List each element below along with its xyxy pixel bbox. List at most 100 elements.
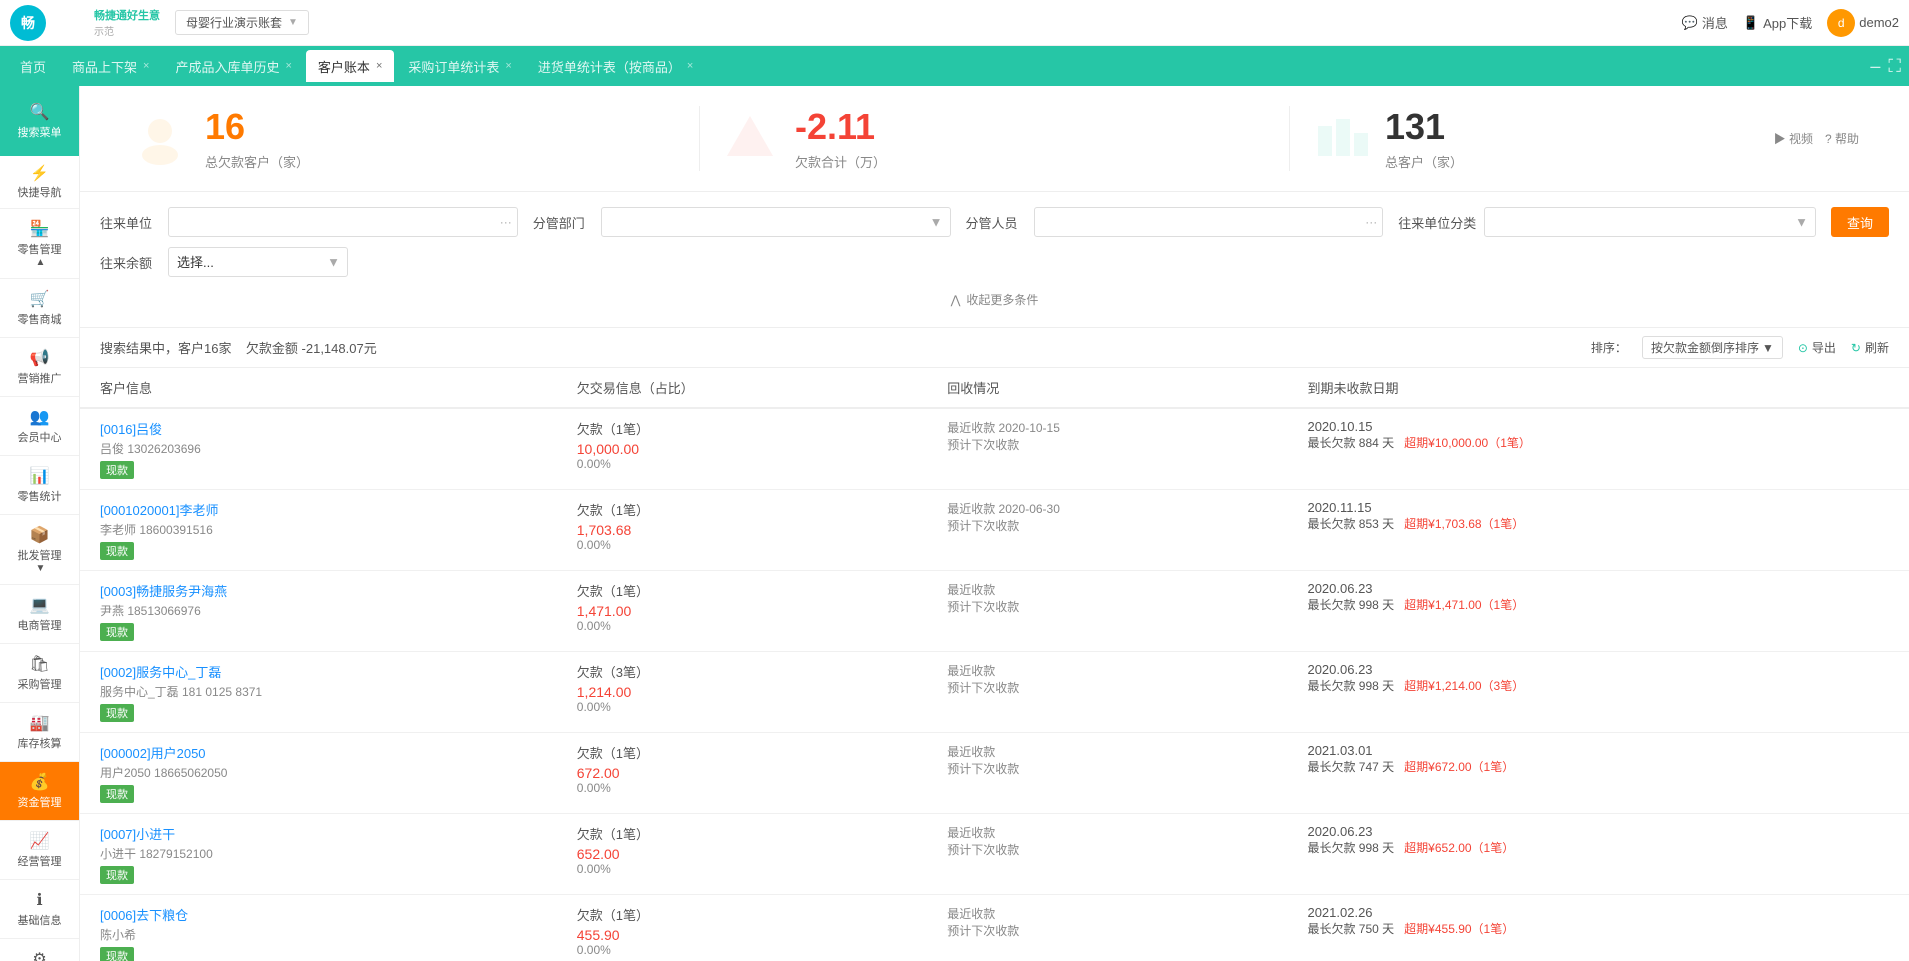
close-tab-purchase-order[interactable]: × (505, 60, 511, 72)
debt-amount-0[interactable]: 10,000.00 (577, 441, 907, 457)
data-table: 客户信息 欠交易信息（占比） 回收情况 到期未收款日期 [0016]吕俊 吕俊 … (80, 368, 1909, 961)
logo-area: 畅 (10, 5, 90, 41)
tag-line: 示范 (94, 23, 160, 38)
source-category-label: 往来单位分类 (1398, 213, 1476, 232)
close-tab-product-history[interactable]: × (285, 60, 291, 72)
table-row: [000002]用户2050 用户2050 18665062050 现款 欠款（… (80, 733, 1909, 814)
sidebar-item-marketing[interactable]: 📢 营销推广 (0, 338, 79, 397)
sidebar-item-system[interactable]: ⚙ 系统管理 (0, 939, 79, 961)
sidebar-item-finance[interactable]: 💰 资金管理 (0, 762, 79, 821)
close-tab-product-off[interactable]: × (143, 60, 149, 72)
stat-debt-customers: 16 总欠款客户（家） (110, 106, 700, 171)
table-row: [0001020001]李老师 李老师 18600391516 现款 欠款（1笔… (80, 490, 1909, 571)
export-btn[interactable]: ⊙ 导出 (1798, 339, 1836, 356)
sidebar-item-purchase[interactable]: 🛍 采购管理 (0, 644, 79, 703)
overdue-link-0[interactable]: 超期¥10,000.00（1笔） (1404, 436, 1531, 450)
overdue-link-2[interactable]: 超期¥1,471.00（1笔） (1404, 598, 1524, 612)
overdue-days-2: 最长欠款 998 天 超期¥1,471.00（1笔） (1307, 596, 1889, 613)
recovery-next-2: 预计下次收款 (947, 598, 1267, 615)
refresh-icon: ↻ (1851, 341, 1861, 355)
message-btn[interactable]: 💬 消息 (1682, 13, 1728, 32)
col-customer-info: 客户信息 (80, 368, 557, 408)
recovery-next-4: 预计下次收款 (947, 760, 1267, 777)
source-unit-label: 往来单位 (100, 213, 160, 232)
help-btn[interactable]: ? 帮助 (1825, 130, 1859, 147)
sort-btn[interactable]: 按欠款金额倒序排序 ▼ (1642, 336, 1783, 359)
debt-percent-2: 0.00% (577, 619, 907, 633)
sidebar-item-ecommerce[interactable]: 💻 电商管理 (0, 585, 79, 644)
debt-amount-2[interactable]: 1,471.00 (577, 603, 907, 619)
close-tab-purchase-stats[interactable]: × (687, 60, 693, 72)
debt-percent-1: 0.00% (577, 538, 907, 552)
sidebar-quick-nav[interactable]: ⚡ 快捷导航 (0, 156, 79, 209)
sidebar-item-retail-mall[interactable]: 🛒 零售商城 (0, 279, 79, 338)
recovery-date-2: 最近收款 (947, 581, 1267, 598)
sidebar-item-retail-stats[interactable]: 📊 零售统计 (0, 456, 79, 515)
overdue-date-0: 2020.10.15 (1307, 419, 1889, 434)
cell-recovery-0: 最近收款 2020-10-15 预计下次收款 (927, 408, 1287, 490)
debt-amount-4[interactable]: 672.00 (577, 765, 907, 781)
col-due-date: 到期未收款日期 (1287, 368, 1909, 408)
search-button[interactable]: 查询 (1831, 207, 1889, 237)
tab-customer-account[interactable]: 客户账本 × (306, 50, 394, 82)
recovery-date-3: 最近收款 (947, 662, 1267, 679)
filter-area: 往来单位 ··· 分管部门 ▼ 分管人员 (80, 192, 1909, 328)
results-actions: 排序： 按欠款金额倒序排序 ▼ ⊙ 导出 ↻ 刷新 (1591, 336, 1889, 359)
overdue-link-3[interactable]: 超期¥1,214.00（3笔） (1404, 679, 1524, 693)
overdue-link-4[interactable]: 超期¥672.00（1笔） (1404, 760, 1514, 774)
tab-product-off[interactable]: 商品上下架 × (60, 50, 161, 82)
debt-amount-1[interactable]: 1,703.68 (577, 522, 907, 538)
sidebar-item-batch-mgmt[interactable]: 📦 批发管理 ▼ (0, 515, 79, 585)
recovery-next-6: 预计下次收款 (947, 922, 1267, 939)
minimize-icon[interactable]: – (1870, 56, 1880, 77)
person-input[interactable] (1034, 207, 1384, 237)
cell-debt-info-3: 欠款（3笔） 1,214.00 0.00% (557, 652, 927, 733)
source-unit-input[interactable] (168, 207, 518, 237)
close-tab-customer-account[interactable]: × (376, 60, 382, 72)
ecommerce-icon: 💻 (30, 595, 50, 615)
app-download-btn[interactable]: 📱 App下载 (1743, 13, 1812, 32)
customer-name-0[interactable]: [0016]吕俊 (100, 419, 537, 438)
customer-name-3[interactable]: [0002]服务中心_丁磊 (100, 662, 537, 681)
total-customers-icon (1310, 109, 1370, 169)
tab-purchase-order[interactable]: 采购订单统计表 × (396, 50, 523, 82)
collapse-row[interactable]: ⋀ 收起更多条件 (100, 287, 1889, 312)
customer-name-6[interactable]: [0006]去下粮仓 (100, 905, 537, 924)
overdue-link-6[interactable]: 超期¥455.90（1笔） (1404, 922, 1514, 936)
cell-customer-info-0: [0016]吕俊 吕俊 13026203696 现款 (80, 408, 557, 490)
sidebar-item-inventory[interactable]: 🏭 库存核算 (0, 703, 79, 762)
tab-product-history[interactable]: 产成品入库单历史 × (163, 50, 303, 82)
sidebar-search-btn[interactable]: 🔍 搜索菜单 (0, 94, 79, 148)
recovery-next-0: 预计下次收款 (947, 436, 1267, 453)
sidebar-item-basic-info[interactable]: ℹ 基础信息 (0, 880, 79, 939)
table-row: [0016]吕俊 吕俊 13026203696 现款 欠款（1笔） 10,000… (80, 408, 1909, 490)
sidebar-item-operations[interactable]: 📈 经营管理 (0, 821, 79, 880)
customer-name-1[interactable]: [0001020001]李老师 (100, 500, 537, 519)
debt-amount-5[interactable]: 652.00 (577, 846, 907, 862)
source-category-select[interactable] (1484, 207, 1816, 237)
user-avatar-btn[interactable]: d demo2 (1827, 9, 1899, 37)
refresh-btn[interactable]: ↻ 刷新 (1851, 339, 1889, 356)
retail-stats-icon: 📊 (30, 466, 50, 486)
customer-name-2[interactable]: [0003]畅捷服务尹海燕 (100, 581, 537, 600)
industry-selector[interactable]: 母婴行业演示账套 ▼ (175, 10, 309, 35)
overdue-link-1[interactable]: 超期¥1,703.68（1笔） (1404, 517, 1524, 531)
sidebar-item-member[interactable]: 👥 会员中心 (0, 397, 79, 456)
debt-percent-4: 0.00% (577, 781, 907, 795)
customer-name-5[interactable]: [0007]小进干 (100, 824, 537, 843)
video-btn[interactable]: ▶ 视频 (1774, 130, 1813, 147)
department-select[interactable] (601, 207, 951, 237)
maximize-icon[interactable]: ⛶ (1888, 56, 1901, 77)
tab-home[interactable]: 首页 (8, 50, 58, 82)
overdue-link-5[interactable]: 超期¥652.00（1笔） (1404, 841, 1514, 855)
overdue-date-4: 2021.03.01 (1307, 743, 1889, 758)
tab-purchase-stats[interactable]: 进货单统计表（按商品） × (526, 50, 705, 82)
debt-amount-6[interactable]: 455.90 (577, 927, 907, 943)
mobile-icon: 📱 (1743, 15, 1759, 31)
balance-select[interactable]: 选择... (168, 247, 348, 277)
debt-amount-3[interactable]: 1,214.00 (577, 684, 907, 700)
tab-bar-actions: – ⛶ (1870, 56, 1901, 77)
overdue-date-5: 2020.06.23 (1307, 824, 1889, 839)
customer-name-4[interactable]: [000002]用户2050 (100, 743, 537, 762)
sidebar-item-retail-mgmt[interactable]: 🏪 零售管理 ▲ (0, 209, 79, 279)
